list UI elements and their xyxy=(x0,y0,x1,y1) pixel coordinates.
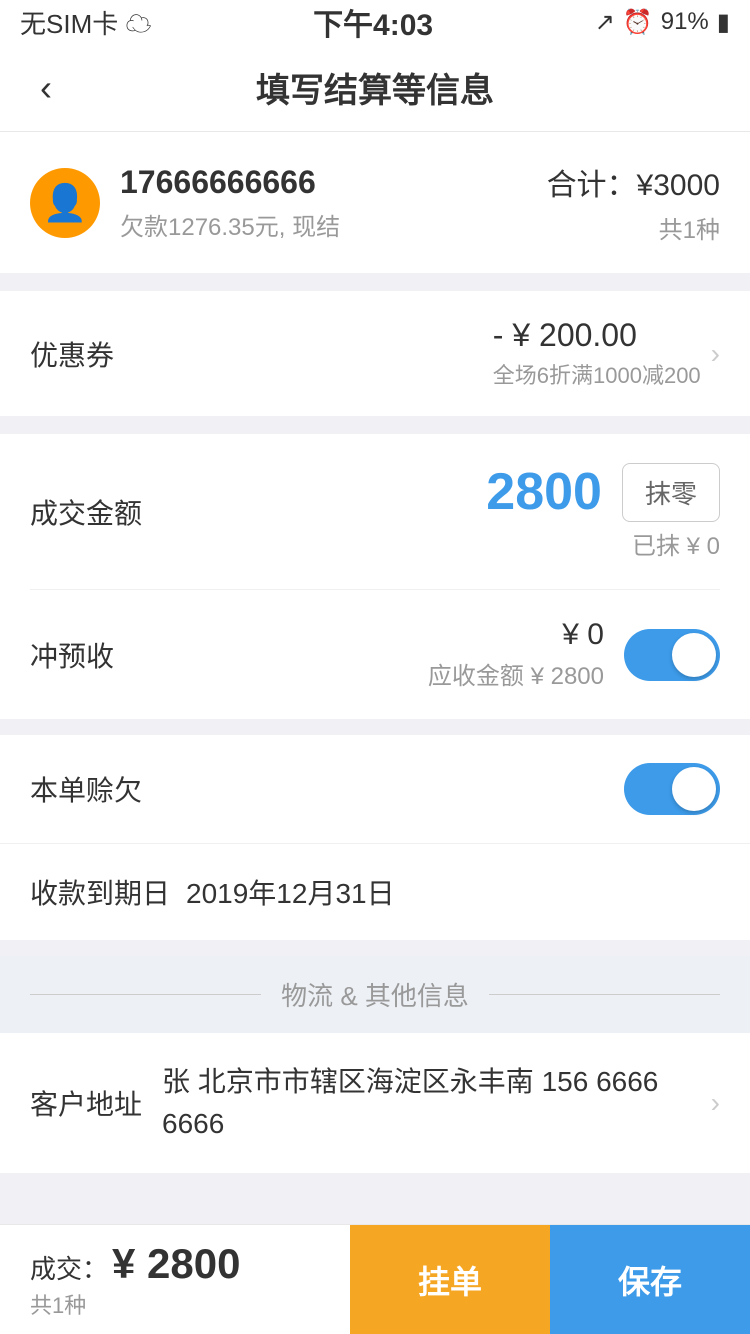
bottom-deal-label: 成交： xyxy=(30,1249,108,1286)
due-date-label: 收款到期日 xyxy=(30,872,170,912)
prepay-label: 冲预收 xyxy=(30,635,114,675)
deal-amount-value-block: 2800 抹零 xyxy=(486,462,720,522)
status-time: 下午4:03 xyxy=(313,0,433,44)
due-date-row: 收款到期日 2019年12月31日 xyxy=(0,843,750,940)
customer-debt: 欠款1276.35元, 现结 xyxy=(120,207,340,242)
nav-bar: ‹ 填写结算等信息 xyxy=(0,44,750,132)
prepay-amount: ¥ 0 xyxy=(428,618,604,652)
prepay-toggle[interactable] xyxy=(624,629,720,681)
coupon-description: 全场6折满1000减200 xyxy=(493,358,701,390)
logistics-label: 物流 & 其他信息 xyxy=(281,976,469,1013)
order-count: 共1种 xyxy=(547,210,720,245)
customer-phone: 17666666666 xyxy=(120,164,340,201)
deal-amount-row: 成交金额 2800 抹零 已抹 ¥ 0 xyxy=(30,434,720,590)
address-value: 张 北京市市辖区海淀区永丰南 156 6666 6666 xyxy=(162,1061,711,1145)
debt-row: 本单赊欠 xyxy=(0,735,750,843)
customer-left: 👤 17666666666 欠款1276.35元, 现结 xyxy=(30,164,340,242)
divider-1 xyxy=(0,275,750,291)
bottom-deal-amount: ¥ 2800 xyxy=(112,1240,240,1288)
divider-2 xyxy=(0,418,750,434)
divider-3 xyxy=(0,719,750,735)
prepay-right: ¥ 0 应收金额 ¥ 2800 xyxy=(428,618,720,691)
coupon-value-block: - ¥ 200.00 全场6折满1000减200 xyxy=(493,317,701,390)
debt-toggle-knob xyxy=(672,767,716,811)
status-bar: 无SIM卡 ☁ 下午4:03 ↗ ⏰ 91% ▮ xyxy=(0,0,750,44)
coupon-right: - ¥ 200.00 全场6折满1000减200 › xyxy=(493,317,720,390)
address-label: 客户地址 xyxy=(30,1083,142,1123)
clock-icon: ⏰ xyxy=(623,8,653,37)
logistics-section-header: 物流 & 其他信息 xyxy=(0,956,750,1033)
status-left: 无SIM卡 ☁ xyxy=(20,4,151,41)
customer-right: 合计：¥3000 共1种 xyxy=(547,160,720,245)
prepay-row: 冲预收 ¥ 0 应收金额 ¥ 2800 xyxy=(30,590,720,719)
battery-icon: ▮ xyxy=(717,8,730,37)
logistics-line-left xyxy=(30,994,261,995)
location-icon: ↗ xyxy=(595,8,615,37)
battery-label: 91% xyxy=(661,8,709,36)
bottom-count: 共1种 xyxy=(30,1288,320,1320)
sim-label: 无SIM卡 ☁ xyxy=(20,4,151,41)
coupon-row[interactable]: 优惠券 - ¥ 200.00 全场6折满1000减200 › xyxy=(0,291,750,416)
logistics-line-right xyxy=(489,994,720,995)
hold-order-button[interactable]: 挂单 xyxy=(350,1225,550,1334)
bottom-deal-line: 成交： ¥ 2800 xyxy=(30,1240,320,1288)
deal-amount-sub: 已抹 ¥ 0 xyxy=(486,526,720,561)
coupon-label: 优惠券 xyxy=(30,334,114,374)
page-title: 填写结算等信息 xyxy=(256,63,494,112)
divider-4 xyxy=(0,940,750,956)
avatar: 👤 xyxy=(30,168,100,238)
deal-amount-number: 2800 xyxy=(486,462,602,522)
bottom-bar: 成交： ¥ 2800 共1种 挂单 保存 xyxy=(0,1224,750,1334)
order-total: 合计：¥3000 xyxy=(547,160,720,204)
customer-info: 17666666666 欠款1276.35元, 现结 xyxy=(120,164,340,242)
save-button[interactable]: 保存 xyxy=(550,1225,750,1334)
bottom-summary: 成交： ¥ 2800 共1种 xyxy=(0,1240,350,1320)
round-zero-button[interactable]: 抹零 xyxy=(622,463,720,522)
address-row[interactable]: 客户地址 张 北京市市辖区海淀区永丰南 156 6666 6666 › xyxy=(0,1033,750,1173)
prepay-sub: 应收金额 ¥ 2800 xyxy=(428,656,604,691)
coupon-discount: - ¥ 200.00 xyxy=(493,317,701,354)
coupon-arrow-icon: › xyxy=(711,338,720,370)
customer-card: 👤 17666666666 欠款1276.35元, 现结 合计：¥3000 共1… xyxy=(0,132,750,273)
amount-section: 成交金额 2800 抹零 已抹 ¥ 0 冲预收 ¥ 0 应收金额 ¥ 2800 xyxy=(0,434,750,719)
deal-amount-right: 2800 抹零 已抹 ¥ 0 xyxy=(486,462,720,561)
debt-label: 本单赊欠 xyxy=(30,769,142,809)
address-arrow-icon: › xyxy=(711,1087,720,1119)
due-date-value: 2019年12月31日 xyxy=(186,872,395,912)
status-right: ↗ ⏰ 91% ▮ xyxy=(595,8,730,37)
deal-amount-label: 成交金额 xyxy=(30,492,142,532)
back-button[interactable]: ‹ xyxy=(30,57,62,119)
toggle-knob xyxy=(672,633,716,677)
debt-toggle[interactable] xyxy=(624,763,720,815)
prepay-amount-block: ¥ 0 应收金额 ¥ 2800 xyxy=(428,618,604,691)
